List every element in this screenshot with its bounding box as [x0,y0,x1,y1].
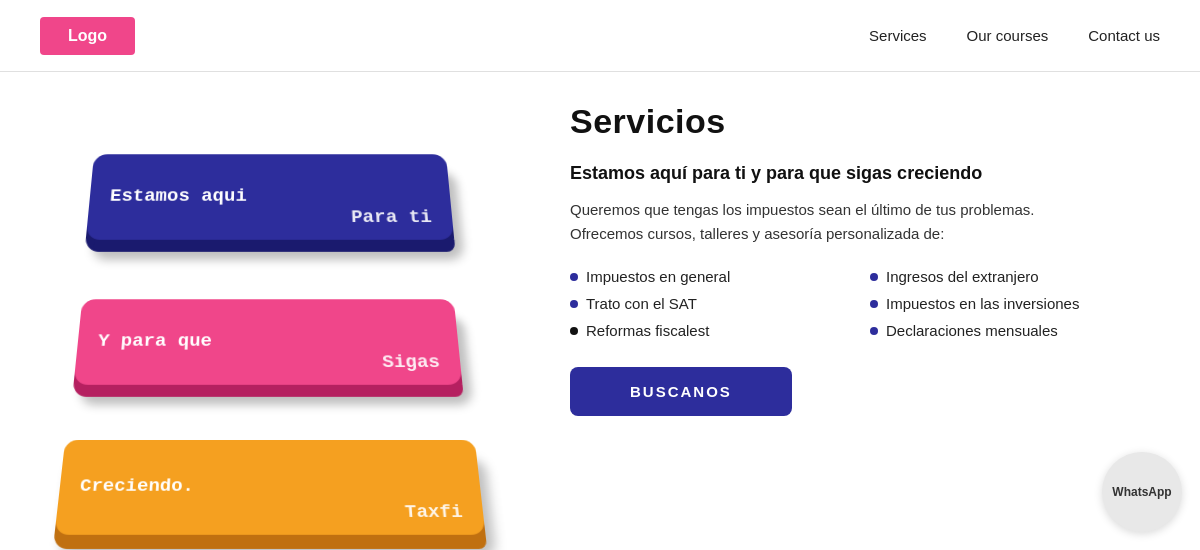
service-label-4: Impuestos en las inversiones [886,295,1079,312]
block-blue-right-text: Para ti [351,207,433,228]
left-illustration: Estamos aqui Para ti Y para que Sigas Cr… [0,72,540,550]
block-blue: Estamos aqui Para ti [86,154,455,240]
servicios-subtitle: Estamos aquí para ti y para que sigas cr… [570,163,1150,184]
list-item: Declaraciones mensuales [870,322,1150,339]
block-orange-right-text: Taxfi [404,501,464,523]
servicios-title: Servicios [570,102,1150,141]
block-pink: Y para que Sigas [73,299,462,385]
list-item: Impuestos en las inversiones [870,295,1150,312]
block-orange-left-text: Creciendo. [79,476,195,497]
logo-button[interactable]: Logo [40,17,135,55]
bullet-icon [570,300,578,308]
block-pink-right-text: Sigas [382,352,441,373]
service-label-1: Impuestos en general [586,268,730,285]
nav-courses[interactable]: Our courses [967,27,1049,44]
nav-services[interactable]: Services [869,27,927,44]
whatsapp-button[interactable]: WhatsApp [1102,452,1182,532]
bullet-icon [570,327,578,335]
bullet-icon [870,327,878,335]
navigation: Services Our courses Contact us [869,27,1160,44]
right-panel: Servicios Estamos aquí para ti y para qu… [540,72,1200,550]
services-grid: Impuestos en general Ingresos del extran… [570,268,1150,339]
main-content: Estamos aqui Para ti Y para que Sigas Cr… [0,72,1200,550]
list-item: Trato con el SAT [570,295,850,312]
list-item: Ingresos del extranjero [870,268,1150,285]
service-label-2: Ingresos del extranjero [886,268,1039,285]
service-label-3: Trato con el SAT [586,295,697,312]
list-item: Impuestos en general [570,268,850,285]
buscanos-button[interactable]: BUSCANOS [570,367,792,416]
whatsapp-label: WhatsApp [1112,485,1171,499]
service-label-5: Reformas fiscalest [586,322,709,339]
list-item: Reformas fiscalest [570,322,850,339]
servicios-description: Queremos que tengas los impuestos sean e… [570,198,1150,246]
bullet-icon [870,300,878,308]
bullet-icon [870,273,878,281]
block-orange: Creciendo. Taxfi [54,440,485,535]
stack-container: Estamos aqui Para ti Y para que Sigas Cr… [50,131,510,521]
block-pink-left-text: Y para que [97,331,212,352]
header: Logo Services Our courses Contact us [0,0,1200,72]
block-blue-left-text: Estamos aqui [109,186,247,207]
bullet-icon [570,273,578,281]
nav-contact[interactable]: Contact us [1088,27,1160,44]
service-label-6: Declaraciones mensuales [886,322,1058,339]
